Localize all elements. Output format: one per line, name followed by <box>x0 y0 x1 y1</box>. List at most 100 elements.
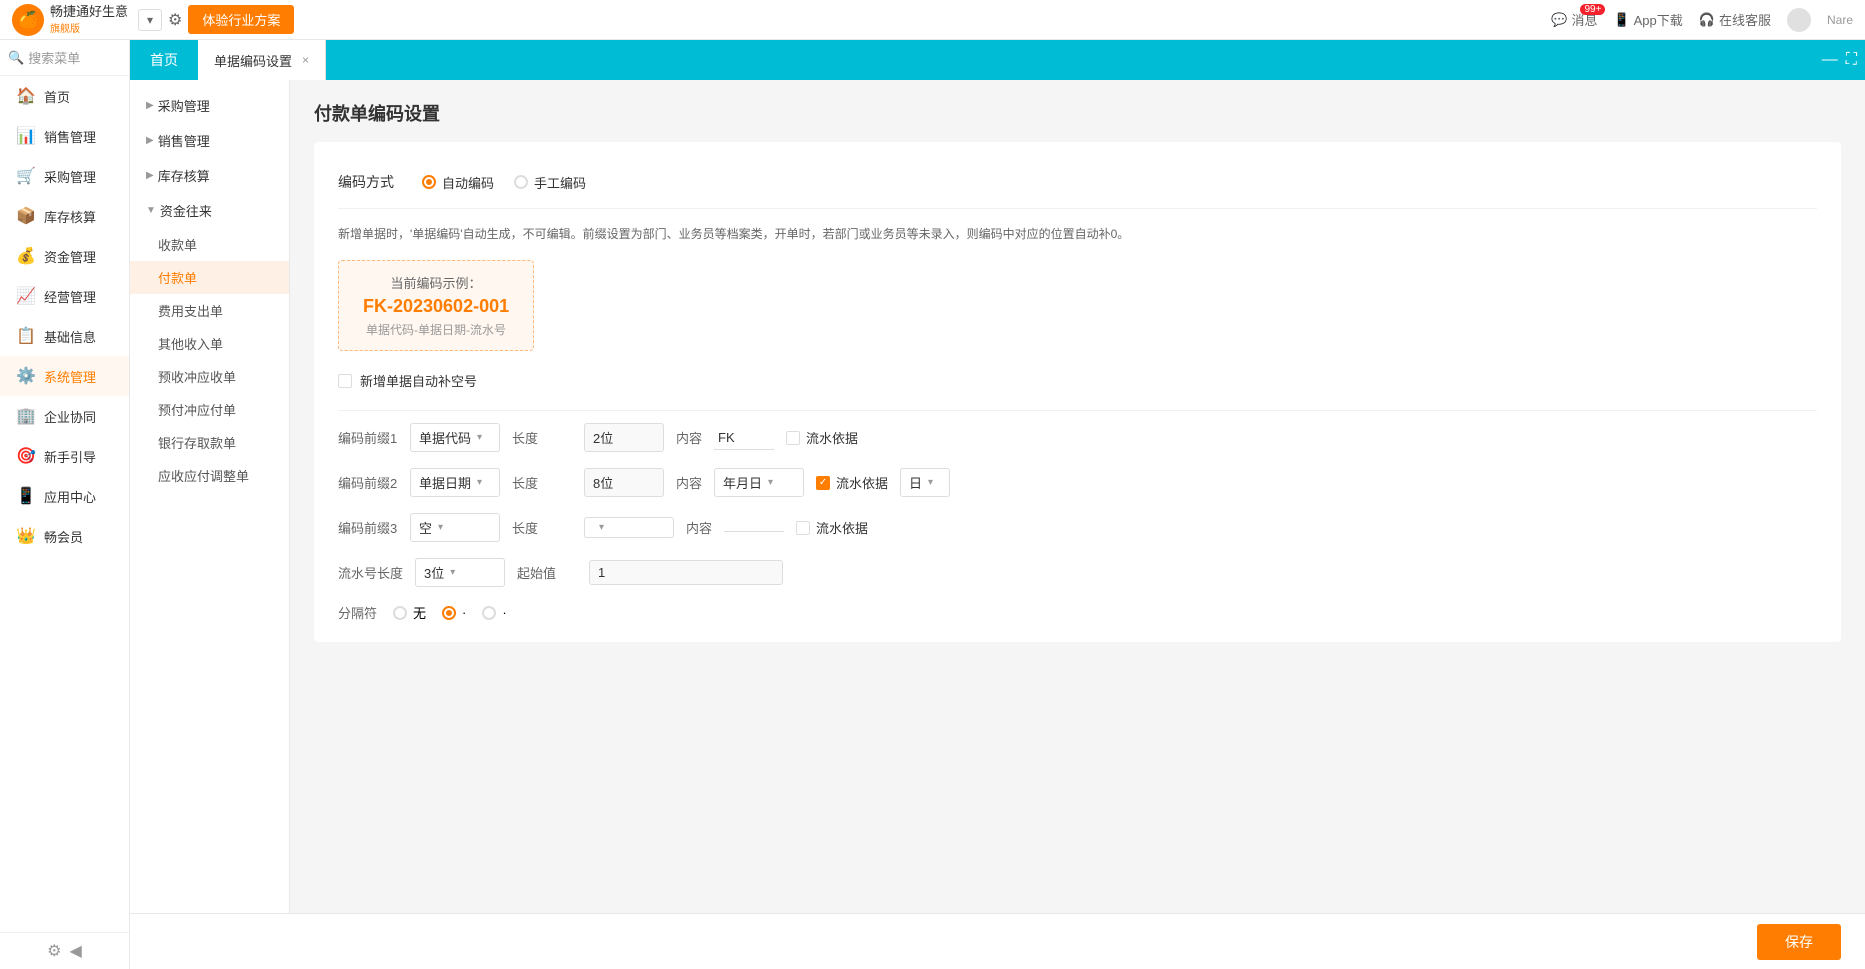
sidebar-item-home[interactable]: 🏠 首页 <box>0 76 129 116</box>
sep-dot2-option[interactable]: · <box>482 605 506 620</box>
prefix-row-2: 编码前缀2 单据日期 ▾ 长度 8位 内容 年月日 ▾ ✓ <box>338 468 1817 497</box>
auto-code-label: 自动编码 <box>442 173 494 192</box>
menu-item-receipt[interactable]: 收款单 <box>130 228 289 261</box>
sidebar-item-finance[interactable]: 💰 资金管理 <box>0 236 129 276</box>
menu-item-bank[interactable]: 银行存取款单 <box>130 426 289 459</box>
inventory-icon: 📦 <box>16 206 36 226</box>
preview-label: 当前编码示例： <box>363 273 509 292</box>
sep-none-option[interactable]: 无 <box>393 603 426 622</box>
sidebar-item-guide[interactable]: 🎯 新手引导 <box>0 436 129 476</box>
online-service-item[interactable]: 🎧 在线客服 <box>1699 10 1771 29</box>
content2-select[interactable]: 年月日 ▾ <box>714 468 804 497</box>
prefix2-value: 单据日期 <box>419 473 471 492</box>
tab-minimize-button[interactable]: — <box>1822 51 1838 69</box>
tab-encoding-settings[interactable]: 单据编码设置 × <box>198 40 326 80</box>
online-service-label: 在线客服 <box>1719 10 1771 29</box>
message-icon: 💬 <box>1551 12 1567 28</box>
tab-home[interactable]: 首页 <box>130 40 198 80</box>
period-select[interactable]: 日 ▾ <box>900 468 950 497</box>
sidebar-item-purchase[interactable]: 🛒 采购管理 <box>0 156 129 196</box>
menu-group-purchase-label: 采购管理 <box>158 96 210 115</box>
menu-item-adjustment[interactable]: 应收应付调整单 <box>130 459 289 492</box>
bottom-bar: 保存 <box>130 913 1865 969</box>
preview-code: FK-20230602-001 <box>363 296 509 317</box>
tab-maximize-button[interactable]: ⛶ <box>1846 51 1857 69</box>
menu-item-pre-receivable[interactable]: 预收冲应收单 <box>130 360 289 393</box>
serial-length-value: 3位 <box>424 563 444 582</box>
serial2-checkbox[interactable]: ✓ <box>816 476 830 490</box>
tab-close-icon[interactable]: × <box>302 53 309 67</box>
nav-dropdown[interactable]: ▾ <box>138 9 162 31</box>
menu-item-payment[interactable]: 付款单 <box>130 261 289 294</box>
menu-group-purchase[interactable]: ▶ 采购管理 <box>130 88 289 123</box>
tab-bar: 首页 单据编码设置 × — ⛶ <box>130 40 1865 80</box>
serial1-checkbox[interactable] <box>786 431 800 445</box>
top-nav: ▾ ⚙ 体验行业方案 <box>138 5 294 34</box>
logo-icon: 🍊 <box>12 4 44 36</box>
top-bar: 🍊 畅捷通好生意 旗舰版 ▾ ⚙ 体验行业方案 💬 消息 99+ 📱 App下载… <box>0 0 1865 40</box>
menu-item-other-income[interactable]: 其他收入单 <box>130 327 289 360</box>
menu-group-sales[interactable]: ▶ 销售管理 <box>130 123 289 158</box>
auto-code-radio[interactable]: 自动编码 <box>422 173 494 192</box>
prefix1-arrow: ▾ <box>477 432 482 443</box>
user-avatar[interactable] <box>1787 8 1811 32</box>
purchase-arrow-icon: ▶ <box>146 100 154 111</box>
business-icon: 📈 <box>16 286 36 306</box>
content-area: 首页 单据编码设置 × — ⛶ ▶ 采购管理 ▶ 销售管理 <box>130 40 1865 969</box>
manual-code-dot <box>514 175 528 189</box>
serial3-group: 流水依据 <box>796 518 868 537</box>
inventory-arrow-icon: ▶ <box>146 170 154 181</box>
sidebar-item-system[interactable]: ⚙️ 系统管理 <box>0 356 129 396</box>
sidebar-item-inventory[interactable]: 📦 库存核算 <box>0 196 129 236</box>
manual-code-radio[interactable]: 手工编码 <box>514 173 586 192</box>
menu-item-pre-payable[interactable]: 预付冲应付单 <box>130 393 289 426</box>
sep-dot-label: · <box>462 605 466 620</box>
menu-group-inventory[interactable]: ▶ 库存核算 <box>130 158 289 193</box>
serial3-checkbox[interactable] <box>796 521 810 535</box>
serial-length-arrow: ▾ <box>450 567 455 578</box>
finance-arrow-icon: ▼ <box>146 205 156 216</box>
auto-code-dot <box>422 175 436 189</box>
serial-length-select[interactable]: 3位 ▾ <box>415 558 505 587</box>
sep-dot-option[interactable]: · <box>442 605 466 620</box>
sidebar-item-company[interactable]: 🏢 企业协同 <box>0 396 129 436</box>
auto-fill-checkbox[interactable] <box>338 374 352 388</box>
sidebar-item-apps[interactable]: 📱 应用中心 <box>0 476 129 516</box>
sidebar-label-inventory: 库存核算 <box>44 207 96 226</box>
length1-label: 长度 <box>512 428 572 447</box>
sidebar-item-basic[interactable]: 📋 基础信息 <box>0 316 129 356</box>
prefix1-value: 单据代码 <box>419 428 471 447</box>
serial-length-row: 流水号长度 3位 ▾ 起始值 <box>338 558 1817 587</box>
tab-label: 单据编码设置 <box>214 51 292 70</box>
encoding-label: 编码方式 <box>338 172 394 192</box>
divider1 <box>338 410 1817 411</box>
top-bar-left: 🍊 畅捷通好生意 旗舰版 ▾ ⚙ 体验行业方案 <box>12 4 294 36</box>
start-value-input[interactable] <box>589 560 783 585</box>
save-button[interactable]: 保存 <box>1757 924 1841 960</box>
sidebar-item-business[interactable]: 📈 经营管理 <box>0 276 129 316</box>
prefix3-select[interactable]: 空 ▾ <box>410 513 500 542</box>
settings-icon[interactable]: ⚙ <box>168 10 182 30</box>
menu-group-finance[interactable]: ▼ 资金往来 <box>130 193 289 228</box>
sidebar-collapse-icon[interactable]: ◀ <box>70 941 82 961</box>
sidebar-settings-icon[interactable]: ⚙ <box>47 941 61 961</box>
prefix2-select[interactable]: 单据日期 ▾ <box>410 468 500 497</box>
message-item[interactable]: 💬 消息 99+ <box>1551 10 1597 29</box>
sidebar-search[interactable]: 🔍 搜索菜单 <box>0 40 129 76</box>
menu-item-expense[interactable]: 费用支出单 <box>130 294 289 327</box>
content2-value: 年月日 <box>723 473 762 492</box>
prefix1-select[interactable]: 单据代码 ▾ <box>410 423 500 452</box>
experience-button[interactable]: 体验行业方案 <box>188 5 294 34</box>
download-icon: 📱 <box>1613 12 1629 28</box>
prefix3-value: 空 <box>419 518 432 537</box>
separator-label: 分隔符 <box>338 603 377 622</box>
logo-sub: 旗舰版 <box>50 20 128 35</box>
app-download-item[interactable]: 📱 App下载 <box>1613 10 1682 29</box>
length2-input: 8位 <box>584 468 664 497</box>
length1-input: 2位 <box>584 423 664 452</box>
serial2-group: ✓ 流水依据 <box>816 473 888 492</box>
sidebar-item-member[interactable]: 👑 畅会员 <box>0 516 129 556</box>
username: Nare <box>1827 13 1853 27</box>
length3-select[interactable]: ▾ <box>584 517 674 538</box>
sidebar-item-sales[interactable]: 📊 销售管理 <box>0 116 129 156</box>
